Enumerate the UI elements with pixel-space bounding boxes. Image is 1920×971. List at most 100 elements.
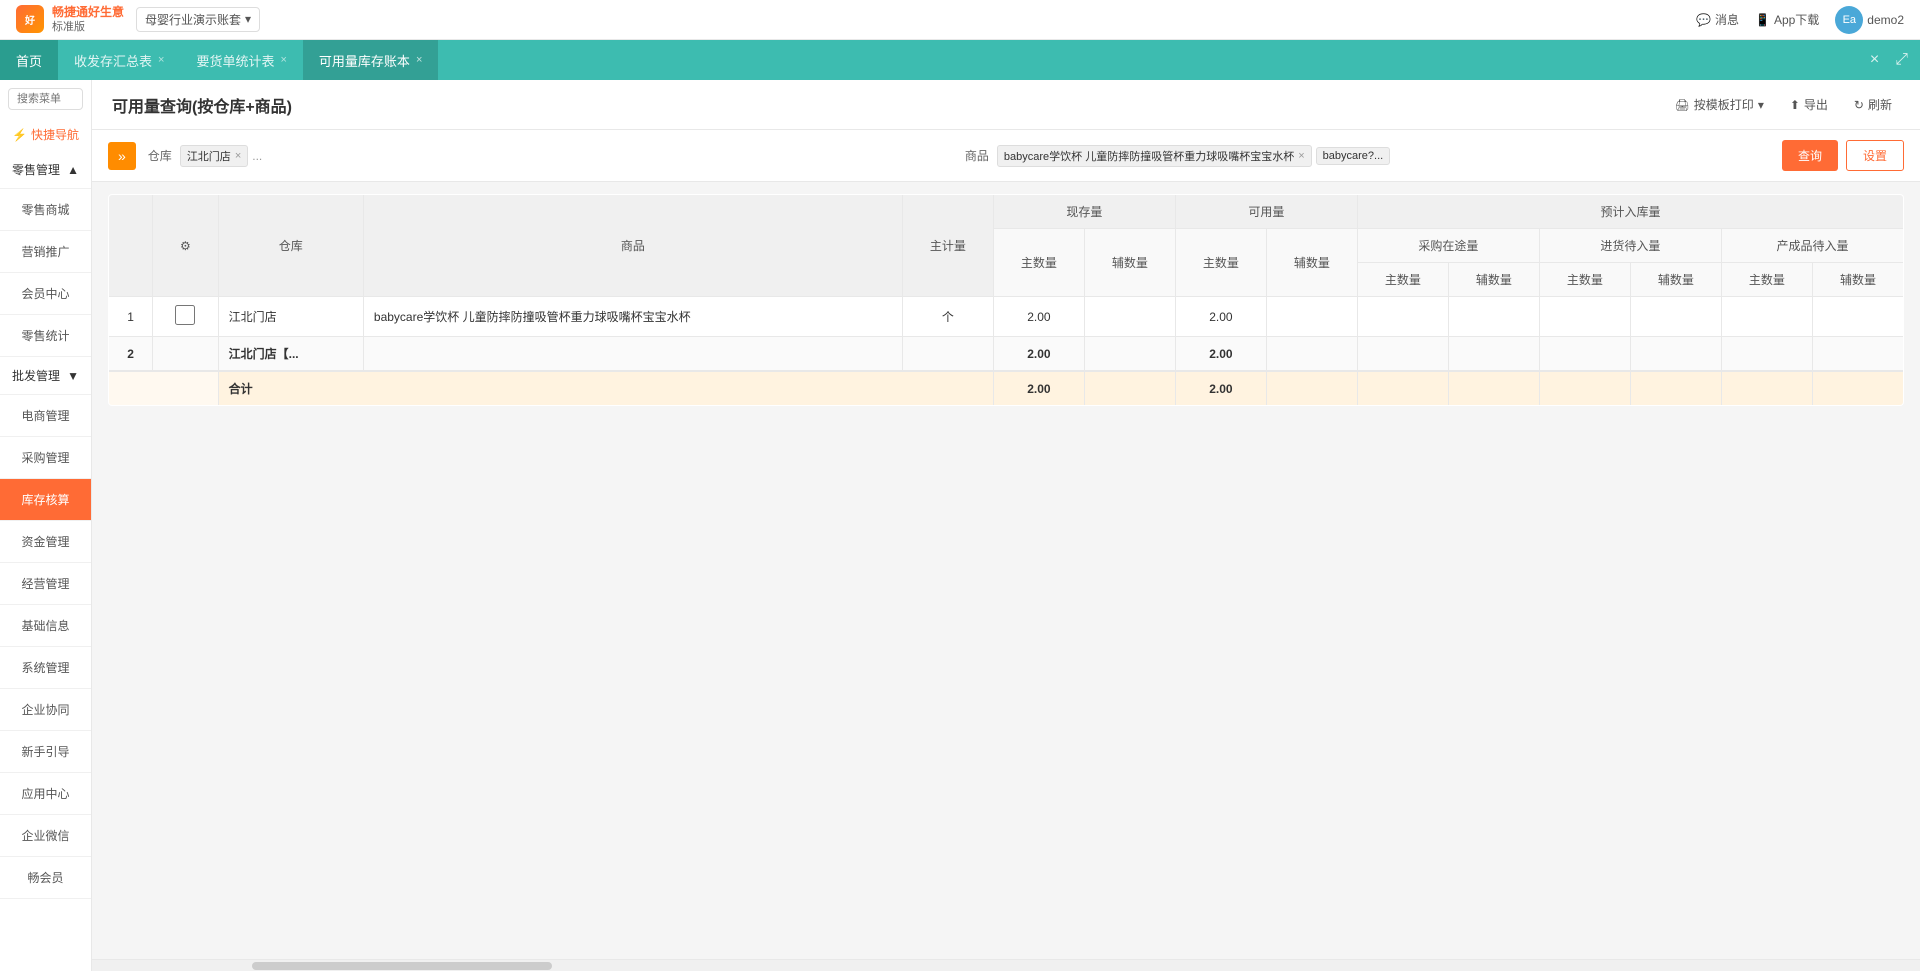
row2-available-aux [1266,337,1357,372]
enterprise-wechat-label: 企业微信 [21,827,69,844]
row1-arrival-aux [1630,297,1721,337]
message-button[interactable]: 💬 消息 [1696,11,1739,28]
col-settings-icon[interactable]: ⚙ [153,195,218,297]
home-tab-label: 首页 [16,51,42,70]
row2-production-aux [1812,337,1903,372]
filter-bar: » 仓库 江北门店 × ... 商品 babycare学饮杯 儿童防摔防撞吸管杯… [92,130,1920,182]
sidebar-item-marketing[interactable]: 营销推广 [0,231,91,273]
page-title: 可用量查询(按仓库+商品) [112,93,292,117]
col-row-num [109,195,153,297]
sidebar-item-retail-mgmt[interactable]: 零售管理 ▲ [0,151,91,189]
export-button[interactable]: ⬆ 导出 [1782,92,1836,117]
sidebar-item-enterprise[interactable]: 企业协同 [0,689,91,731]
inventory-label: 库存核算 [21,491,69,508]
product-filter-group: 商品 babycare学饮杯 儿童防摔防撞吸管杯重力球吸嘴杯宝宝水杯 × bab… [965,145,1770,167]
horizontal-scrollbar[interactable] [92,959,1920,971]
filter-actions: 查询 设置 [1782,140,1904,171]
sidebar-item-enterprise-wechat[interactable]: 企业微信 [0,815,91,857]
finance-label: 资金管理 [21,533,69,550]
sidebar-item-finance[interactable]: 资金管理 [0,521,91,563]
row1-stock-aux [1084,297,1175,337]
query-button[interactable]: 查询 [1782,140,1838,171]
tab-home[interactable]: 首页 [0,40,58,80]
row1-check[interactable] [175,305,195,325]
row2-checkbox[interactable] [153,337,218,372]
scrollbar-thumb[interactable] [252,962,552,970]
total-stock-main: 2.00 [993,371,1084,406]
col-warehouse: 仓库 [218,195,363,297]
sidebar-item-purchase-mgmt[interactable]: 采购管理 [0,437,91,479]
user-profile[interactable]: Ea demo2 [1835,6,1904,34]
product-tag-babycare2: babycare?... [1316,147,1391,165]
settings-button[interactable]: 设置 [1846,140,1904,171]
total-purchase-aux [1448,371,1539,406]
sidebar-item-retail-mall[interactable]: 零售商城 [0,189,91,231]
purchase-mgmt-label: 采购管理 [21,449,69,466]
app-logo-icon: 好 [16,5,44,33]
nav-tabs-bar: 首页 收发存汇总表 × 要货单统计表 × 可用量库存账本 × × ⤢ [0,40,1920,80]
close-receipt-summary-tab[interactable]: × [158,54,164,66]
close-order-stats-tab[interactable]: × [280,54,286,66]
col-production-main: 主数量 [1721,263,1812,297]
app-download-button[interactable]: 📱 App下载 [1755,11,1819,28]
col-purchase-group: 采购在途量 [1357,229,1539,263]
sidebar-item-new-guide[interactable]: 新手引导 [0,731,91,773]
maximize-button[interactable]: ⤢ [1891,47,1912,73]
table-container: ⚙ 仓库 商品 主计量 现存量 可用量 预计入库量 主数量 辅数量 主数量 辅数… [92,182,1920,959]
new-guide-label: 新手引导 [21,743,69,760]
expand-icon: ▲ [67,163,79,177]
tab-order-stats[interactable]: 要货单统计表 × [180,40,302,80]
row1-checkbox[interactable] [153,297,218,337]
close-all-tabs-button[interactable]: × [1866,47,1883,73]
nav-tabs-end: × ⤢ [1866,40,1920,80]
sidebar-item-basic-info[interactable]: 基础信息 [0,605,91,647]
sidebar-item-ecommerce[interactable]: 电商管理 [0,395,91,437]
warehouse-more[interactable]: ... [252,149,262,163]
col-stock-main: 主数量 [993,229,1084,297]
system-label: 系统管理 [21,659,69,676]
product-tag2-label: babycare?... [1323,150,1384,162]
table-row: 1 江北门店 babycare学饮杯 儿童防摔防撞吸管杯重力球吸嘴杯宝宝水杯 个… [109,297,1904,337]
export-icon: ⬆ [1790,98,1800,112]
refresh-button[interactable]: ↻ 刷新 [1846,92,1900,117]
col-purchase-main: 主数量 [1357,263,1448,297]
row1-available-aux [1266,297,1357,337]
sidebar-item-retail-stats[interactable]: 零售统计 [0,315,91,357]
inventory-table: ⚙ 仓库 商品 主计量 现存量 可用量 预计入库量 主数量 辅数量 主数量 辅数… [108,194,1904,406]
app-download-label: App下载 [1774,11,1819,28]
filter-expand-button[interactable]: » [108,142,136,170]
tab-available-stock[interactable]: 可用量库存账本 × [303,40,438,80]
sidebar-item-inventory[interactable]: 库存核算 [0,479,91,521]
username-label: demo2 [1867,13,1904,27]
page-actions: 🖨 按模板打印 ▾ ⬆ 导出 ↻ 刷新 [1667,92,1900,117]
row2-unit [902,337,993,372]
sidebar-item-operations[interactable]: 经营管理 [0,563,91,605]
sidebar-item-app-center[interactable]: 应用中心 [0,773,91,815]
sidebar-item-quick-nav[interactable]: ⚡ 快捷导航 [0,118,91,151]
sidebar-item-member-center[interactable]: 会员中心 [0,273,91,315]
ecommerce-label: 电商管理 [21,407,69,424]
tab-receipt-summary[interactable]: 收发存汇总表 × [58,40,180,80]
row2-stock-main: 2.00 [993,337,1084,372]
col-available-main: 主数量 [1175,229,1266,297]
sidebar: ⚡ 快捷导航 零售管理 ▲ 零售商城 营销推广 会员中心 零售统计 批发管理 ▼… [0,80,92,971]
sidebar-item-system[interactable]: 系统管理 [0,647,91,689]
marketing-label: 营销推广 [21,243,69,260]
total-row: 合计 2.00 2.00 [109,371,1904,406]
export-label: 导出 [1804,96,1828,113]
avatar: Ea [1835,6,1863,34]
close-available-stock-tab[interactable]: × [416,54,422,66]
download-icon: 📱 [1755,13,1770,27]
brand-name: 畅捷通好生意 [52,5,124,21]
warehouse-tags: 江北门店 × ... [180,145,953,167]
search-input[interactable] [8,88,83,110]
sidebar-item-member[interactable]: 畅会员 [0,857,91,899]
remove-warehouse-tag[interactable]: × [235,150,241,162]
template-print-button[interactable]: 🖨 按模板打印 ▾ [1667,92,1772,117]
remove-product-tag[interactable]: × [1298,150,1304,162]
row1-product: babycare学饮杯 儿童防摔防撞吸管杯重力球吸嘴杯宝宝水杯 [363,297,902,337]
sidebar-item-wholesale-mgmt[interactable]: 批发管理 ▼ [0,357,91,395]
total-arrival-aux [1630,371,1721,406]
order-stats-tab-label: 要货单统计表 [196,51,274,70]
industry-selector[interactable]: 母婴行业演示账套 ▾ [136,7,260,32]
